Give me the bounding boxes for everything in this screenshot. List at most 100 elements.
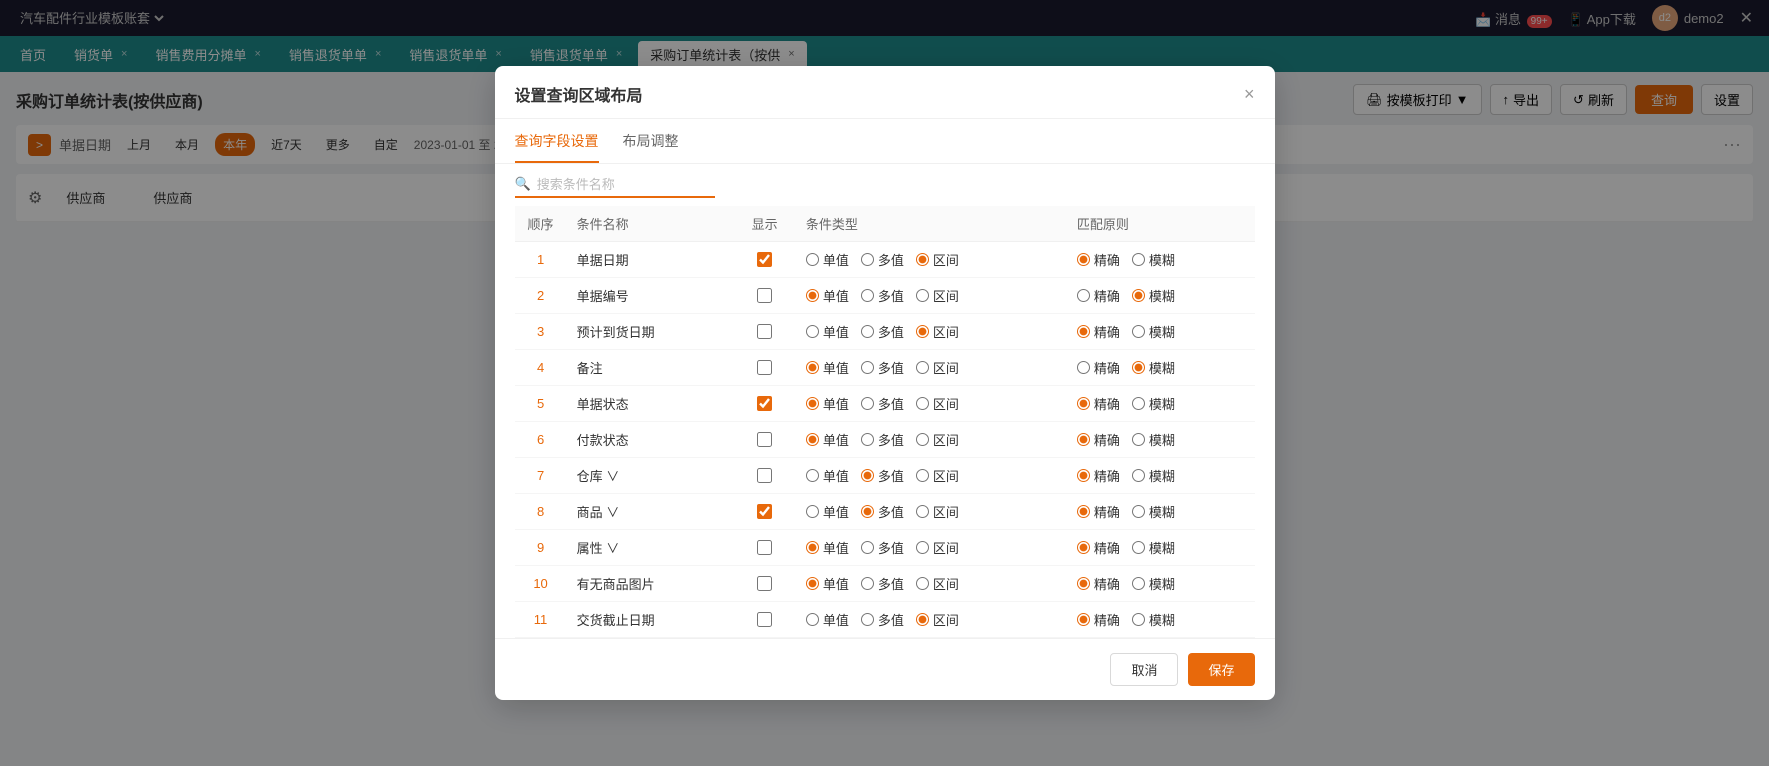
cell-type: 单值 多值 区间	[796, 242, 1067, 278]
radio-match-精确[interactable]: 精确	[1077, 358, 1120, 377]
show-checkbox-2[interactable]	[757, 324, 772, 339]
cell-order: 5	[515, 386, 567, 422]
show-checkbox-9[interactable]	[757, 576, 772, 591]
cell-show[interactable]	[733, 422, 796, 458]
radio-type-单值[interactable]: 单值	[806, 574, 849, 593]
search-input[interactable]	[537, 177, 697, 192]
radio-type-单值[interactable]: 单值	[806, 394, 849, 413]
radio-match-模糊[interactable]: 模糊	[1132, 394, 1175, 413]
radio-type-区间[interactable]: 区间	[916, 610, 959, 629]
radio-type-区间[interactable]: 区间	[916, 286, 959, 305]
cancel-button[interactable]: 取消	[1110, 653, 1178, 686]
cell-show[interactable]	[733, 314, 796, 350]
radio-match-精确[interactable]: 精确	[1077, 502, 1120, 521]
radio-match-模糊[interactable]: 模糊	[1132, 250, 1175, 269]
radio-match-精确[interactable]: 精确	[1077, 250, 1120, 269]
cell-match: 精确 模糊	[1067, 242, 1255, 278]
cell-show[interactable]	[733, 242, 796, 278]
dialog-tab-layout-adjust[interactable]: 布局调整	[623, 131, 679, 163]
radio-type-多值[interactable]: 多值	[861, 574, 904, 593]
radio-match-精确[interactable]: 精确	[1077, 466, 1120, 485]
show-checkbox-0[interactable]	[757, 252, 772, 267]
radio-type-单值[interactable]: 单值	[806, 610, 849, 629]
radio-match-精确[interactable]: 精确	[1077, 430, 1120, 449]
radio-match-精确[interactable]: 精确	[1077, 322, 1120, 341]
cell-show[interactable]	[733, 530, 796, 566]
show-checkbox-7[interactable]	[757, 504, 772, 519]
radio-type-区间[interactable]: 区间	[916, 322, 959, 341]
radio-type-单值[interactable]: 单值	[806, 286, 849, 305]
dialog-close-button[interactable]: ×	[1244, 84, 1255, 105]
radio-type-区间[interactable]: 区间	[916, 430, 959, 449]
radio-match-模糊[interactable]: 模糊	[1132, 466, 1175, 485]
radio-match-模糊[interactable]: 模糊	[1132, 538, 1175, 557]
dialog-tab-query-fields[interactable]: 查询字段设置	[515, 131, 599, 163]
radio-type-多值[interactable]: 多值	[861, 502, 904, 521]
cell-show[interactable]	[733, 494, 796, 530]
radio-type-区间[interactable]: 区间	[916, 394, 959, 413]
cell-type: 单值 多值 区间	[796, 458, 1067, 494]
radio-match-精确[interactable]: 精确	[1077, 574, 1120, 593]
radio-type-区间[interactable]: 区间	[916, 250, 959, 269]
radio-type-单值[interactable]: 单值	[806, 466, 849, 485]
show-checkbox-5[interactable]	[757, 432, 772, 447]
table-row: 1单据日期 单值 多值 区间 精确 模糊	[515, 242, 1255, 278]
dialog-tabs: 查询字段设置 布局调整	[495, 119, 1275, 164]
cell-type: 单值 多值 区间	[796, 422, 1067, 458]
radio-type-多值[interactable]: 多值	[861, 610, 904, 629]
radio-type-单值[interactable]: 单值	[806, 250, 849, 269]
cell-match: 精确 模糊	[1067, 386, 1255, 422]
radio-type-区间[interactable]: 区间	[916, 466, 959, 485]
show-checkbox-8[interactable]	[757, 540, 772, 555]
cell-show[interactable]	[733, 278, 796, 314]
radio-type-单值[interactable]: 单值	[806, 430, 849, 449]
radio-match-精确[interactable]: 精确	[1077, 610, 1120, 629]
radio-match-模糊[interactable]: 模糊	[1132, 502, 1175, 521]
radio-type-单值[interactable]: 单值	[806, 502, 849, 521]
radio-match-模糊[interactable]: 模糊	[1132, 322, 1175, 341]
cell-show[interactable]	[733, 602, 796, 638]
radio-type-多值[interactable]: 多值	[861, 358, 904, 377]
radio-type-多值[interactable]: 多值	[861, 250, 904, 269]
cell-show[interactable]	[733, 458, 796, 494]
radio-type-多值[interactable]: 多值	[861, 466, 904, 485]
cell-order: 4	[515, 350, 567, 386]
cell-show[interactable]	[733, 566, 796, 602]
radio-type-区间[interactable]: 区间	[916, 358, 959, 377]
cell-name: 付款状态	[567, 422, 734, 458]
radio-type-多值[interactable]: 多值	[861, 394, 904, 413]
show-checkbox-4[interactable]	[757, 396, 772, 411]
radio-match-精确[interactable]: 精确	[1077, 286, 1120, 305]
cell-order: 10	[515, 566, 567, 602]
cell-show[interactable]	[733, 386, 796, 422]
save-button[interactable]: 保存	[1188, 653, 1254, 686]
radio-match-模糊[interactable]: 模糊	[1132, 358, 1175, 377]
radio-type-单值[interactable]: 单值	[806, 358, 849, 377]
cell-name: 属性 ∨	[567, 530, 734, 566]
show-checkbox-6[interactable]	[757, 468, 772, 483]
radio-type-多值[interactable]: 多值	[861, 322, 904, 341]
col-header-order: 顺序	[515, 206, 567, 242]
radio-type-多值[interactable]: 多值	[861, 286, 904, 305]
radio-type-多值[interactable]: 多值	[861, 538, 904, 557]
cell-match: 精确 模糊	[1067, 422, 1255, 458]
cell-order: 8	[515, 494, 567, 530]
search-wrapper: 🔍	[515, 176, 715, 198]
radio-match-模糊[interactable]: 模糊	[1132, 610, 1175, 629]
radio-match-模糊[interactable]: 模糊	[1132, 430, 1175, 449]
radio-match-模糊[interactable]: 模糊	[1132, 286, 1175, 305]
show-checkbox-3[interactable]	[757, 360, 772, 375]
radio-type-多值[interactable]: 多值	[861, 430, 904, 449]
show-checkbox-1[interactable]	[757, 288, 772, 303]
radio-type-区间[interactable]: 区间	[916, 538, 959, 557]
radio-match-精确[interactable]: 精确	[1077, 538, 1120, 557]
radio-type-区间[interactable]: 区间	[916, 574, 959, 593]
cell-type: 单值 多值 区间	[796, 530, 1067, 566]
radio-type-单值[interactable]: 单值	[806, 538, 849, 557]
show-checkbox-10[interactable]	[757, 612, 772, 627]
radio-match-精确[interactable]: 精确	[1077, 394, 1120, 413]
radio-type-单值[interactable]: 单值	[806, 322, 849, 341]
radio-type-区间[interactable]: 区间	[916, 502, 959, 521]
radio-match-模糊[interactable]: 模糊	[1132, 574, 1175, 593]
cell-show[interactable]	[733, 350, 796, 386]
